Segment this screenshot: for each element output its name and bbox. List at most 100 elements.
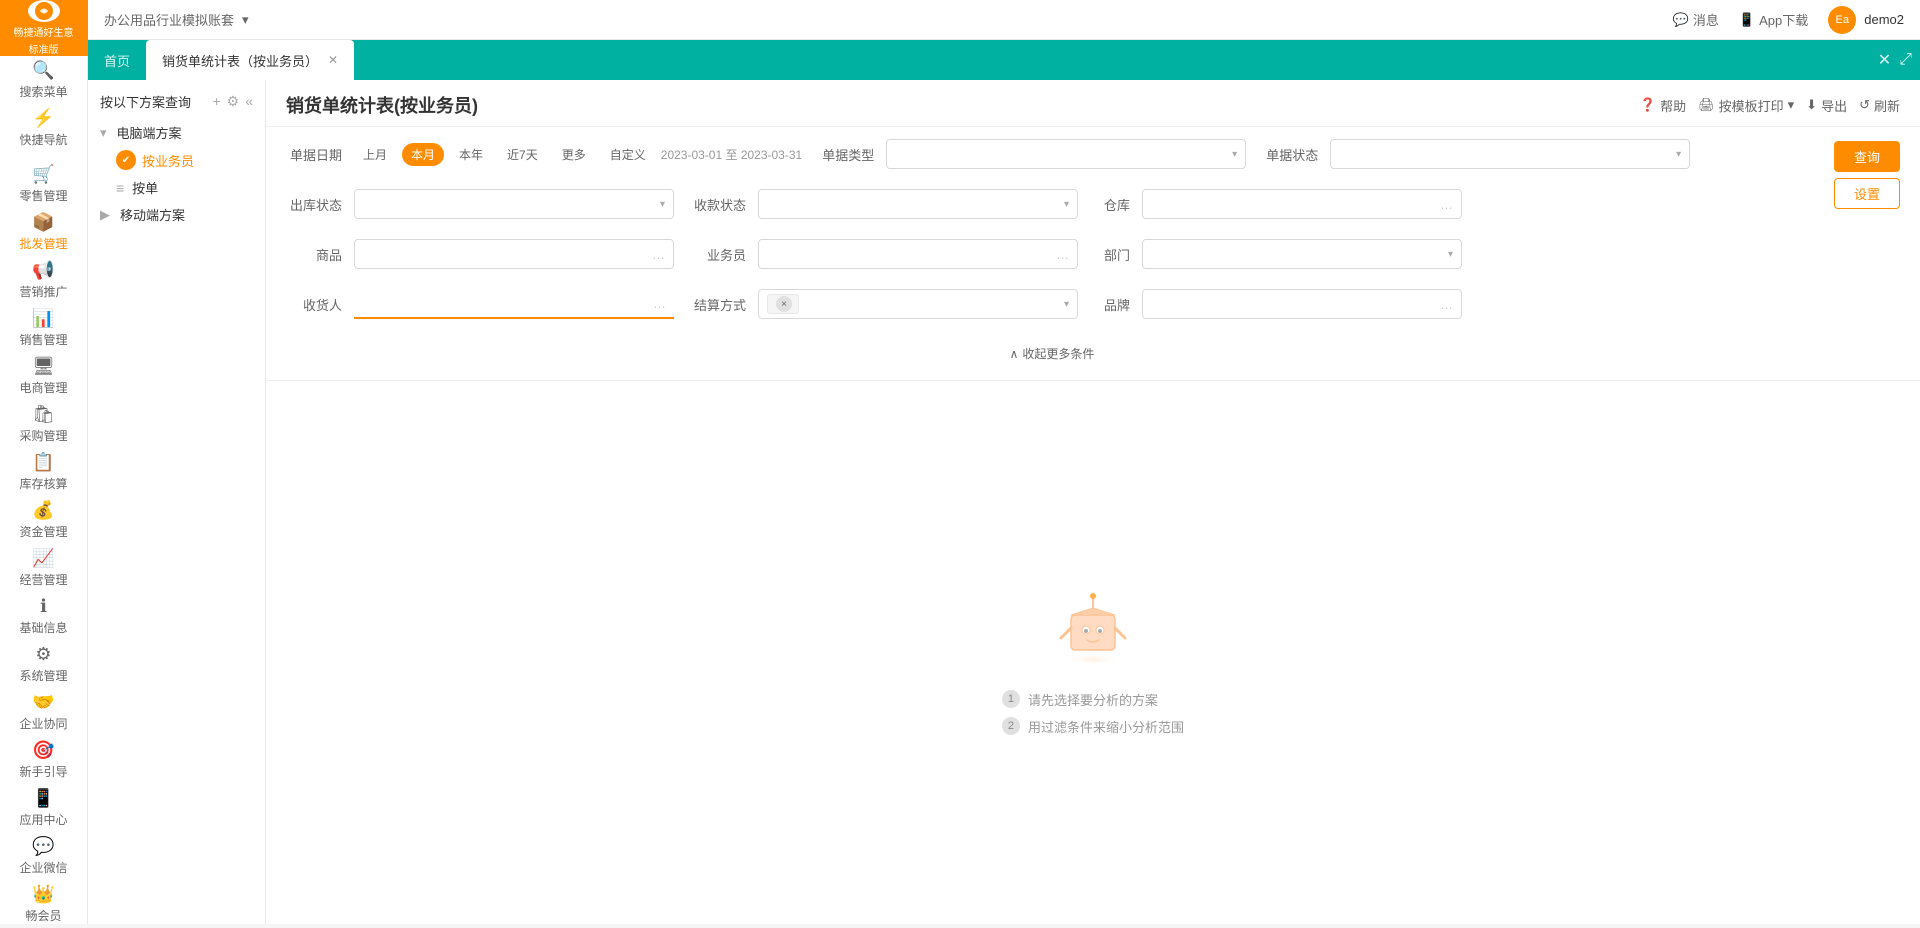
sidebar-item-appcenter[interactable]: 📱 应用中心 bbox=[0, 784, 88, 832]
print-arrow-icon: ▾ bbox=[1788, 97, 1795, 113]
export-btn[interactable]: ⬇ 导出 bbox=[1806, 96, 1847, 115]
user-info[interactable]: Ea demo2 bbox=[1828, 6, 1904, 34]
sidebar-item-purchase[interactable]: 🛍 采购管理 bbox=[0, 400, 88, 448]
docstatus-input[interactable]: ▾ bbox=[1330, 139, 1690, 169]
sidebar-item-finance[interactable]: 💰 资金管理 bbox=[0, 496, 88, 544]
tree-node-mobile[interactable]: ▶ 移动端方案 bbox=[88, 201, 265, 228]
warehouse-input[interactable]: … bbox=[1142, 189, 1462, 219]
info-icon: ℹ bbox=[40, 596, 47, 617]
consignee-input[interactable]: … bbox=[354, 289, 674, 319]
sidebar-item-inventory[interactable]: 📋 库存核算 bbox=[0, 448, 88, 496]
docstatus-label: 单据状态 bbox=[1258, 145, 1318, 164]
sidebar-item-wholesale[interactable]: 📦 批发管理 bbox=[0, 208, 88, 256]
lightning-icon: ⚡ bbox=[32, 108, 54, 129]
app-logo[interactable]: 畅捷通好生意 标准版 bbox=[0, 0, 88, 56]
app-download-label: App下载 bbox=[1759, 10, 1808, 29]
salesperson-input[interactable]: … bbox=[758, 239, 1078, 269]
tree-node-by-order[interactable]: ≡ 按单 bbox=[88, 174, 265, 201]
tab-sales-stat-label: 销货单统计表（按业务员） bbox=[162, 51, 318, 70]
header-actions: 💬 消息 📱 App下载 Ea demo2 bbox=[1673, 6, 1904, 34]
salesperson-ellipsis: … bbox=[1056, 247, 1069, 262]
sidebar-label-marketing: 营销推广 bbox=[19, 283, 67, 300]
date-btn-thisyear[interactable]: 本年 bbox=[450, 143, 492, 166]
sidebar-item-corpwechat[interactable]: 💬 企业微信 bbox=[0, 832, 88, 880]
system-icon: ⚙ bbox=[35, 644, 51, 665]
active-dot-icon: ✔ bbox=[116, 150, 136, 170]
collapse-bar: ∧ 收起更多条件 bbox=[286, 339, 1818, 368]
message-btn[interactable]: 💬 消息 bbox=[1673, 10, 1719, 29]
settlement-input[interactable]: × ▾ bbox=[758, 289, 1078, 319]
sidebar-item-retail[interactable]: 🛒 零售管理 bbox=[0, 160, 88, 208]
date-btn-7days[interactable]: 近7天 bbox=[498, 143, 547, 166]
doctype-label: 单据类型 bbox=[814, 145, 874, 164]
app-selector[interactable]: 办公用品行业模拟账套 ▾ bbox=[104, 10, 249, 29]
date-filter: 上月 本月 本年 近7天 更多 自定义 2023-03-01 至 2023-03… bbox=[354, 143, 802, 166]
member-icon: 👑 bbox=[32, 884, 54, 905]
sidebar-item-baseinfo[interactable]: ℹ 基础信息 bbox=[0, 592, 88, 640]
receiptstatus-input[interactable]: ▾ bbox=[758, 189, 1078, 219]
refresh-btn[interactable]: ↺ 刷新 bbox=[1859, 96, 1900, 115]
sidebar-item-search[interactable]: 🔍 搜索菜单 bbox=[0, 56, 88, 104]
left-panel-title: 按以下方案查询 bbox=[100, 92, 191, 111]
main-area: 办公用品行业模拟账套 ▾ 💬 消息 📱 App下载 Ea demo2 首页 销货… bbox=[88, 0, 1920, 924]
tip-num-2: 2 bbox=[1002, 717, 1020, 735]
sidebar-label-sales: 销售管理 bbox=[19, 331, 67, 348]
collapse-panel-btn[interactable]: « bbox=[245, 93, 253, 110]
sidebar-item-ecommerce[interactable]: 🖥 电商管理 bbox=[0, 352, 88, 400]
message-label: 消息 bbox=[1693, 10, 1719, 29]
guide-icon: 🎯 bbox=[32, 740, 54, 761]
query-btn[interactable]: 查询 bbox=[1834, 141, 1900, 172]
sidebar-item-quicknav[interactable]: ⚡ 快捷导航 bbox=[0, 104, 88, 152]
export-label: 导出 bbox=[1821, 96, 1847, 115]
left-panel: 按以下方案查询 + ⚙ « ▾ 电脑端方案 ✔ 按业务员 ≡ 按单 bbox=[88, 80, 266, 924]
tree-node-pc[interactable]: ▾ 电脑端方案 bbox=[88, 119, 265, 146]
sidebar-item-system[interactable]: ⚙ 系统管理 bbox=[0, 640, 88, 688]
app-download-btn[interactable]: 📱 App下载 bbox=[1739, 10, 1808, 29]
page-title: 销货单统计表(按业务员) bbox=[286, 92, 478, 118]
brand-input[interactable]: … bbox=[1142, 289, 1462, 319]
add-scheme-btn[interactable]: + bbox=[212, 93, 220, 110]
date-btn-lastmonth[interactable]: 上月 bbox=[354, 143, 396, 166]
settlement-tag-close[interactable]: × bbox=[776, 296, 792, 312]
empty-tip-2-text: 用过滤条件来缩小分析范围 bbox=[1028, 717, 1184, 736]
tab-expand-btn[interactable]: ⤢ bbox=[1899, 51, 1912, 69]
collapse-more-btn[interactable]: ∧ 收起更多条件 bbox=[1010, 345, 1095, 362]
sidebar-item-collab[interactable]: 🤝 企业协同 bbox=[0, 688, 88, 736]
goods-ellipsis: … bbox=[652, 247, 665, 262]
app-selector-label: 办公用品行业模拟账套 bbox=[104, 10, 234, 29]
goods-input[interactable]: … bbox=[354, 239, 674, 269]
date-btn-custom[interactable]: 自定义 bbox=[601, 143, 655, 166]
tab-close-btn[interactable]: ✕ bbox=[328, 53, 338, 67]
date-btn-thismonth[interactable]: 本月 bbox=[402, 143, 444, 166]
date-btn-more[interactable]: 更多 bbox=[553, 143, 595, 166]
left-panel-action-icons: + ⚙ « bbox=[212, 93, 253, 110]
sidebar-item-member[interactable]: 👑 畅会员 bbox=[0, 880, 88, 928]
purchase-icon: 🛍 bbox=[32, 404, 55, 425]
logo-text: 畅捷通好生意 bbox=[14, 24, 74, 39]
sidebar-label-newguide: 新手引导 bbox=[19, 763, 67, 780]
tree-expand-icon-pc: ▾ bbox=[100, 125, 107, 141]
settings-scheme-btn[interactable]: ⚙ bbox=[227, 93, 240, 110]
template-print-btn[interactable]: 🖨 按模板打印 ▾ bbox=[1698, 96, 1794, 115]
settlement-tag: × bbox=[767, 294, 799, 314]
tab-close-all-btn[interactable]: ✕ bbox=[1878, 50, 1891, 70]
settings-btn[interactable]: 设置 bbox=[1834, 178, 1900, 209]
consignee-label: 收货人 bbox=[286, 295, 342, 314]
doctype-input[interactable]: ▾ bbox=[886, 139, 1246, 169]
date-label: 单据日期 bbox=[286, 145, 342, 164]
sidebar-item-newguide[interactable]: 🎯 新手引导 bbox=[0, 736, 88, 784]
tree-label-mobile: 移动端方案 bbox=[120, 205, 185, 224]
sidebar-label-retail: 零售管理 bbox=[19, 187, 67, 204]
tab-home[interactable]: 首页 bbox=[88, 40, 146, 80]
outstatus-input[interactable]: ▾ bbox=[354, 189, 674, 219]
department-input[interactable]: ▾ bbox=[1142, 239, 1462, 269]
consignee-ellipsis: … bbox=[653, 296, 666, 311]
sidebar-item-operations[interactable]: 📈 经营管理 bbox=[0, 544, 88, 592]
sidebar-item-sales[interactable]: 📊 销售管理 bbox=[0, 304, 88, 352]
tree-node-by-salesperson[interactable]: ✔ 按业务员 bbox=[88, 146, 265, 174]
tab-sales-stat[interactable]: 销货单统计表（按业务员） ✕ bbox=[146, 40, 354, 80]
tip-num-1: 1 bbox=[1002, 690, 1020, 708]
sidebar-label-quicknav: 快捷导航 bbox=[19, 131, 67, 148]
sidebar-item-marketing[interactable]: 📢 营销推广 bbox=[0, 256, 88, 304]
help-btn[interactable]: ❓ 帮助 bbox=[1640, 96, 1686, 115]
